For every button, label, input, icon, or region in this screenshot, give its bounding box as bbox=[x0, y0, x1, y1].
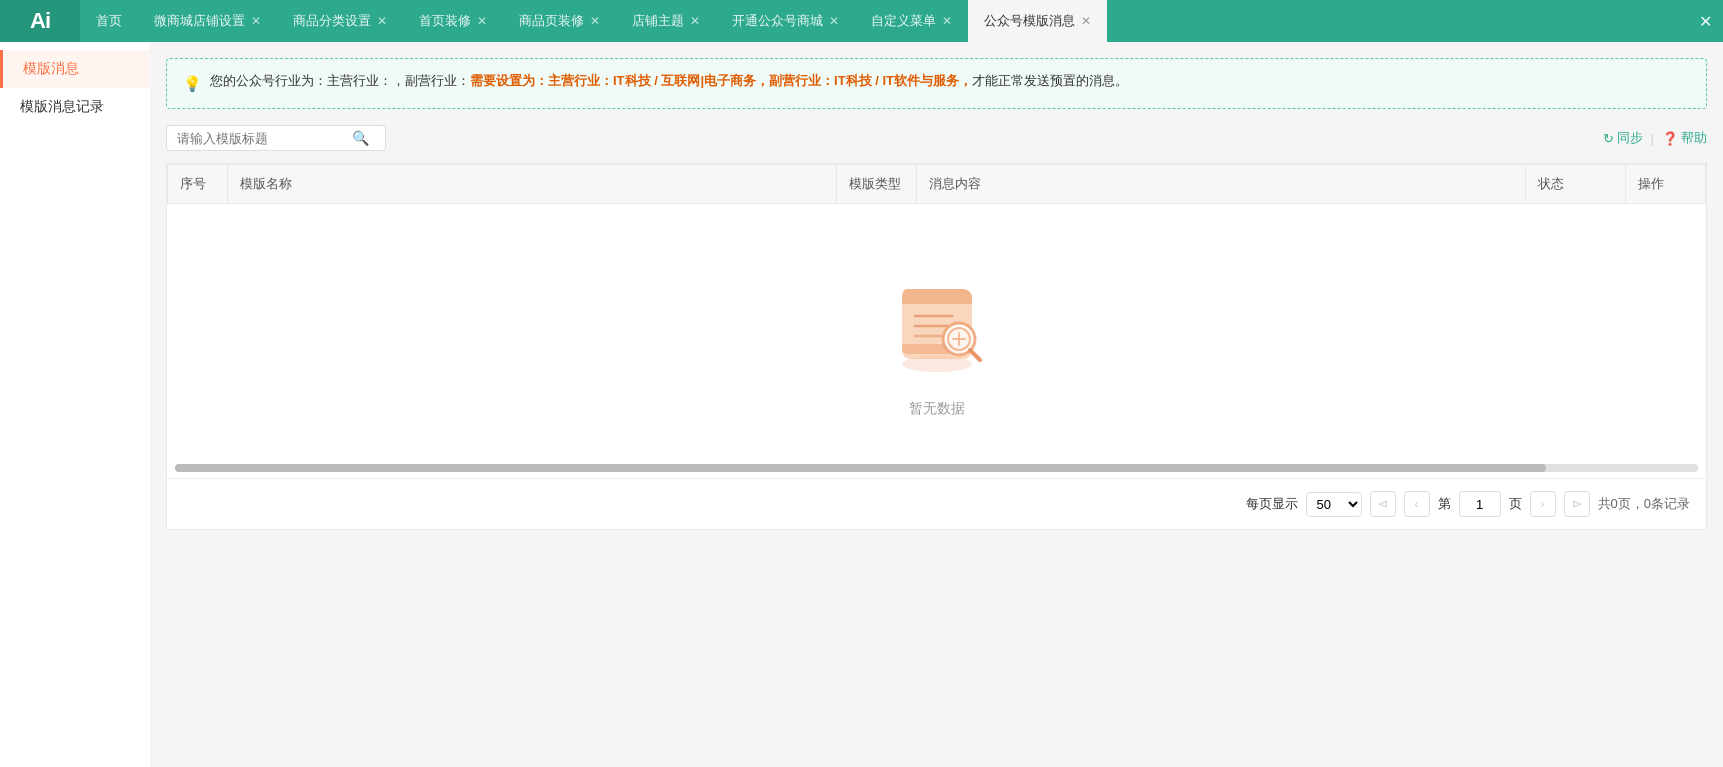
last-page-button[interactable]: ⊳ bbox=[1564, 491, 1590, 517]
pagination: 每页显示 102050100 ⊲ ‹ 第 页 › ⊳ 共0页，0条记录 bbox=[167, 478, 1706, 529]
tab-label: 商品页装修 bbox=[519, 12, 584, 30]
app-logo: Ai bbox=[0, 0, 80, 42]
di-label: 第 bbox=[1438, 495, 1451, 513]
empty-icon bbox=[877, 264, 997, 384]
sidebar-item-template-msg-log[interactable]: 模版消息记录 bbox=[0, 88, 150, 126]
nav-tab-category-settings[interactable]: 商品分类设置 ✕ bbox=[277, 0, 403, 42]
search-input[interactable] bbox=[177, 131, 352, 146]
nav-tab-template-msg[interactable]: 公众号模版消息 ✕ bbox=[968, 0, 1107, 42]
svg-line-6 bbox=[970, 350, 980, 360]
toolbar: 🔍 ↻ 同步 | ❓ 帮助 bbox=[166, 125, 1707, 151]
table-wrapper: 序号模版名称模版类型消息内容状态操作 bbox=[166, 163, 1707, 530]
sync-icon: ↻ bbox=[1603, 131, 1614, 146]
sidebar: 模版消息模版消息记录 bbox=[0, 42, 150, 767]
tab-close-icon[interactable]: ✕ bbox=[942, 14, 952, 28]
nav-tabs: 首页微商城店铺设置✕商品分类设置✕首页装修✕商品页装修✕店铺主题✕开通公众号商城… bbox=[80, 0, 1687, 42]
alert-suffix: 才能正常发送预置的消息。 bbox=[972, 73, 1128, 88]
next-page-button[interactable]: › bbox=[1530, 491, 1556, 517]
page-size-label: 每页显示 bbox=[1246, 495, 1298, 513]
alert-prefix: 您的公众号行业为：主营行业：，副营行业： bbox=[210, 73, 470, 88]
help-button[interactable]: ❓ 帮助 bbox=[1662, 129, 1707, 147]
alert-highlight: 需要设置为：主营行业：IT科技 / 互联网|电子商务，副营行业：IT科技 / I… bbox=[470, 73, 972, 88]
empty-text: 暂无数据 bbox=[187, 400, 1686, 418]
main-layout: 模版消息模版消息记录 💡 您的公众号行业为：主营行业：，副营行业：需要设置为：主… bbox=[0, 42, 1723, 767]
search-box: 🔍 bbox=[166, 125, 386, 151]
data-table: 序号模版名称模版类型消息内容状态操作 bbox=[167, 164, 1706, 204]
tab-close-icon[interactable]: ✕ bbox=[477, 14, 487, 28]
alert-banner: 💡 您的公众号行业为：主营行业：，副营行业：需要设置为：主营行业：IT科技 / … bbox=[166, 58, 1707, 109]
nav-tab-home[interactable]: 首页 bbox=[80, 0, 138, 42]
table-col-content: 消息内容 bbox=[917, 165, 1526, 204]
total-info: 共0页，0条记录 bbox=[1598, 495, 1690, 513]
scrollbar-row bbox=[167, 458, 1706, 478]
scrollbar-track[interactable] bbox=[175, 464, 1698, 472]
tab-label: 微商城店铺设置 bbox=[154, 12, 245, 30]
toolbar-right: ↻ 同步 | ❓ 帮助 bbox=[1603, 129, 1707, 147]
table-col-type: 模版类型 bbox=[837, 165, 917, 204]
help-label: 帮助 bbox=[1681, 129, 1707, 147]
tab-close-icon[interactable]: ✕ bbox=[690, 14, 700, 28]
sync-label: 同步 bbox=[1617, 129, 1643, 147]
tab-close-icon[interactable]: ✕ bbox=[377, 14, 387, 28]
tab-close-icon[interactable]: ✕ bbox=[1081, 14, 1091, 28]
tab-label: 商品分类设置 bbox=[293, 12, 371, 30]
sync-button[interactable]: ↻ 同步 bbox=[1603, 129, 1643, 147]
tab-close-icon[interactable]: ✕ bbox=[829, 14, 839, 28]
tab-label: 公众号模版消息 bbox=[984, 12, 1075, 30]
page-number-input[interactable] bbox=[1459, 491, 1501, 517]
toolbar-divider: | bbox=[1651, 131, 1654, 146]
tab-label: 店铺主题 bbox=[632, 12, 684, 30]
prev-page-button[interactable]: ‹ bbox=[1404, 491, 1430, 517]
nav-tab-product-decor[interactable]: 商品页装修 ✕ bbox=[503, 0, 616, 42]
nav-tab-home-decor[interactable]: 首页装修 ✕ bbox=[403, 0, 503, 42]
page-size-select[interactable]: 102050100 bbox=[1306, 492, 1362, 517]
tab-close-icon[interactable]: ✕ bbox=[251, 14, 261, 28]
page-label: 页 bbox=[1509, 495, 1522, 513]
close-all-button[interactable]: ✕ bbox=[1687, 0, 1723, 42]
nav-tab-shop-settings[interactable]: 微商城店铺设置 ✕ bbox=[138, 0, 277, 42]
tab-label: 首页装修 bbox=[419, 12, 471, 30]
table-col-action: 操作 bbox=[1626, 165, 1706, 204]
nav-tab-custom-menu[interactable]: 自定义菜单 ✕ bbox=[855, 0, 968, 42]
nav-tab-open-mall[interactable]: 开通公众号商城 ✕ bbox=[716, 0, 855, 42]
table-col-status: 状态 bbox=[1526, 165, 1626, 204]
scrollbar-thumb[interactable] bbox=[175, 464, 1546, 472]
table-col-index: 序号 bbox=[168, 165, 228, 204]
content-area: 💡 您的公众号行业为：主营行业：，副营行业：需要设置为：主营行业：IT科技 / … bbox=[150, 42, 1723, 767]
search-icon[interactable]: 🔍 bbox=[352, 130, 369, 146]
table-col-name: 模版名称 bbox=[228, 165, 837, 204]
top-nav: Ai 首页微商城店铺设置✕商品分类设置✕首页装修✕商品页装修✕店铺主题✕开通公众… bbox=[0, 0, 1723, 42]
alert-icon: 💡 bbox=[183, 72, 202, 96]
empty-state: 暂无数据 bbox=[167, 204, 1706, 458]
alert-text: 您的公众号行业为：主营行业：，副营行业：需要设置为：主营行业：IT科技 / 互联… bbox=[210, 71, 1128, 92]
sidebar-item-template-msg[interactable]: 模版消息 bbox=[0, 50, 150, 88]
logo-text: Ai bbox=[30, 8, 50, 34]
help-icon: ❓ bbox=[1662, 131, 1678, 146]
tab-close-icon[interactable]: ✕ bbox=[590, 14, 600, 28]
tab-label: 自定义菜单 bbox=[871, 12, 936, 30]
nav-tab-shop-theme[interactable]: 店铺主题 ✕ bbox=[616, 0, 716, 42]
tab-label: 首页 bbox=[96, 12, 122, 30]
tab-label: 开通公众号商城 bbox=[732, 12, 823, 30]
first-page-button[interactable]: ⊲ bbox=[1370, 491, 1396, 517]
